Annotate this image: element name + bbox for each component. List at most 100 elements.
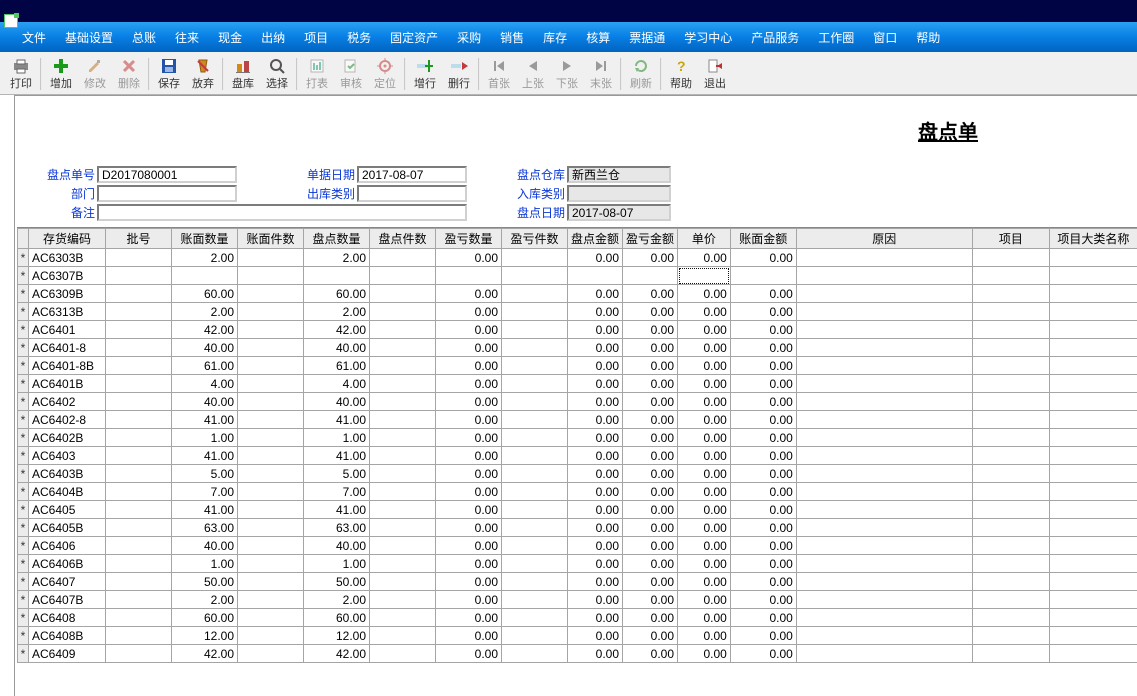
cell-price[interactable]: 0.00: [678, 627, 731, 645]
table-row[interactable]: *AC640750.0050.000.000.000.000.000.00: [18, 573, 1137, 591]
cell-pl_pcs[interactable]: [502, 609, 568, 627]
cell-pclass[interactable]: [1049, 285, 1137, 303]
cell-pl_amt[interactable]: 0.00: [623, 429, 678, 447]
tool-exit[interactable]: 退出: [698, 56, 732, 92]
cell-row[interactable]: *: [18, 537, 29, 555]
cell-book_amt[interactable]: 0.00: [730, 537, 796, 555]
cell-row[interactable]: *: [18, 357, 29, 375]
cell-project[interactable]: [972, 645, 1049, 663]
cell-code[interactable]: AC6402-8: [29, 411, 106, 429]
cell-book_amt[interactable]: 0.00: [730, 591, 796, 609]
cell-book_pcs[interactable]: [238, 609, 304, 627]
menu-item-6[interactable]: 项目: [296, 25, 336, 50]
cell-project[interactable]: [972, 447, 1049, 465]
cell-pl_amt[interactable]: 0.00: [623, 393, 678, 411]
cell-batch[interactable]: [106, 465, 172, 483]
cell-project[interactable]: [972, 555, 1049, 573]
cell-pl_qty[interactable]: 0.00: [436, 375, 502, 393]
cell-row[interactable]: *: [18, 375, 29, 393]
cell-book_qty[interactable]: 50.00: [172, 573, 238, 591]
cell-pl_pcs[interactable]: [502, 555, 568, 573]
menu-item-14[interactable]: 学习中心: [676, 25, 740, 50]
col-header-pl_amt[interactable]: 盈亏金额: [623, 229, 678, 249]
menu-item-12[interactable]: 核算: [578, 25, 618, 50]
cell-project[interactable]: [972, 501, 1049, 519]
cell-pl_amt_in[interactable]: 0.00: [568, 285, 623, 303]
menu-item-9[interactable]: 采购: [449, 25, 489, 50]
cell-reason[interactable]: [796, 447, 972, 465]
cell-pl_amt[interactable]: 0.00: [623, 573, 678, 591]
cell-pl_amt_in[interactable]: [568, 267, 623, 285]
cell-row[interactable]: *: [18, 393, 29, 411]
cell-row[interactable]: *: [18, 573, 29, 591]
cell-price[interactable]: 0.00: [678, 249, 731, 267]
cell-reason[interactable]: [796, 501, 972, 519]
cell-pl_amt[interactable]: 0.00: [623, 321, 678, 339]
cell-pl_amt[interactable]: 0.00: [623, 591, 678, 609]
cell-pclass[interactable]: [1049, 393, 1137, 411]
cell-pl_pcs[interactable]: [502, 537, 568, 555]
cell-code[interactable]: AC6408: [29, 609, 106, 627]
cell-reason[interactable]: [796, 357, 972, 375]
cell-pl_pcs[interactable]: [502, 429, 568, 447]
cell-price[interactable]: 0.00: [678, 645, 731, 663]
cell-batch[interactable]: [106, 375, 172, 393]
cell-code[interactable]: AC6409: [29, 645, 106, 663]
cell-chk_qty[interactable]: 2.00: [304, 303, 370, 321]
cell-chk_pcs[interactable]: [370, 537, 436, 555]
cell-book_qty[interactable]: 12.00: [172, 627, 238, 645]
cell-pl_qty[interactable]: 0.00: [436, 501, 502, 519]
table-row[interactable]: *AC6408B12.0012.000.000.000.000.000.00: [18, 627, 1137, 645]
cell-reason[interactable]: [796, 627, 972, 645]
cell-chk_pcs[interactable]: [370, 519, 436, 537]
cell-pl_amt_in[interactable]: 0.00: [568, 393, 623, 411]
cell-book_amt[interactable]: [730, 267, 796, 285]
cell-pl_amt[interactable]: 0.00: [623, 447, 678, 465]
cell-book_qty[interactable]: 61.00: [172, 357, 238, 375]
cell-pl_pcs[interactable]: [502, 591, 568, 609]
table-row[interactable]: *AC640640.0040.000.000.000.000.000.00: [18, 537, 1137, 555]
cell-pclass[interactable]: [1049, 591, 1137, 609]
cell-code[interactable]: AC6408B: [29, 627, 106, 645]
cell-reason[interactable]: [796, 519, 972, 537]
cell-code[interactable]: AC6404B: [29, 483, 106, 501]
cell-book_amt[interactable]: 0.00: [730, 303, 796, 321]
cell-pl_pcs[interactable]: [502, 375, 568, 393]
cell-project[interactable]: [972, 303, 1049, 321]
cell-book_amt[interactable]: 0.00: [730, 555, 796, 573]
cell-pl_amt_in[interactable]: 0.00: [568, 249, 623, 267]
menu-item-15[interactable]: 产品服务: [743, 25, 807, 50]
menu-item-11[interactable]: 库存: [535, 25, 575, 50]
cell-project[interactable]: [972, 573, 1049, 591]
cell-price[interactable]: 0.00: [678, 609, 731, 627]
cell-reason[interactable]: [796, 555, 972, 573]
cell-pl_amt[interactable]: 0.00: [623, 303, 678, 321]
cell-chk_qty[interactable]: 60.00: [304, 285, 370, 303]
cell-pl_amt_in[interactable]: 0.00: [568, 609, 623, 627]
cell-pclass[interactable]: [1049, 519, 1137, 537]
cell-book_amt[interactable]: 0.00: [730, 645, 796, 663]
input-doc-no[interactable]: [97, 166, 237, 183]
cell-reason[interactable]: [796, 645, 972, 663]
cell-batch[interactable]: [106, 483, 172, 501]
cell-pl_qty[interactable]: 0.00: [436, 429, 502, 447]
cell-pl_pcs[interactable]: [502, 519, 568, 537]
cell-book_pcs[interactable]: [238, 285, 304, 303]
table-row[interactable]: *AC640541.0041.000.000.000.000.000.00: [18, 501, 1137, 519]
cell-pclass[interactable]: [1049, 645, 1137, 663]
cell-pl_amt[interactable]: 0.00: [623, 555, 678, 573]
menu-item-16[interactable]: 工作圈: [810, 25, 862, 50]
cell-book_qty[interactable]: 41.00: [172, 447, 238, 465]
cell-batch[interactable]: [106, 537, 172, 555]
cell-price[interactable]: 0.00: [678, 483, 731, 501]
cell-pl_amt[interactable]: 0.00: [623, 519, 678, 537]
col-header-batch[interactable]: 批号: [106, 229, 172, 249]
cell-code[interactable]: AC6405B: [29, 519, 106, 537]
cell-row[interactable]: *: [18, 645, 29, 663]
cell-reason[interactable]: [796, 303, 972, 321]
col-header-pl_pcs[interactable]: 盈亏件数: [502, 229, 568, 249]
cell-pl_pcs[interactable]: [502, 483, 568, 501]
cell-chk_qty[interactable]: 40.00: [304, 339, 370, 357]
cell-pl_pcs[interactable]: [502, 321, 568, 339]
col-header-chk_pcs[interactable]: 盘点件数: [370, 229, 436, 249]
